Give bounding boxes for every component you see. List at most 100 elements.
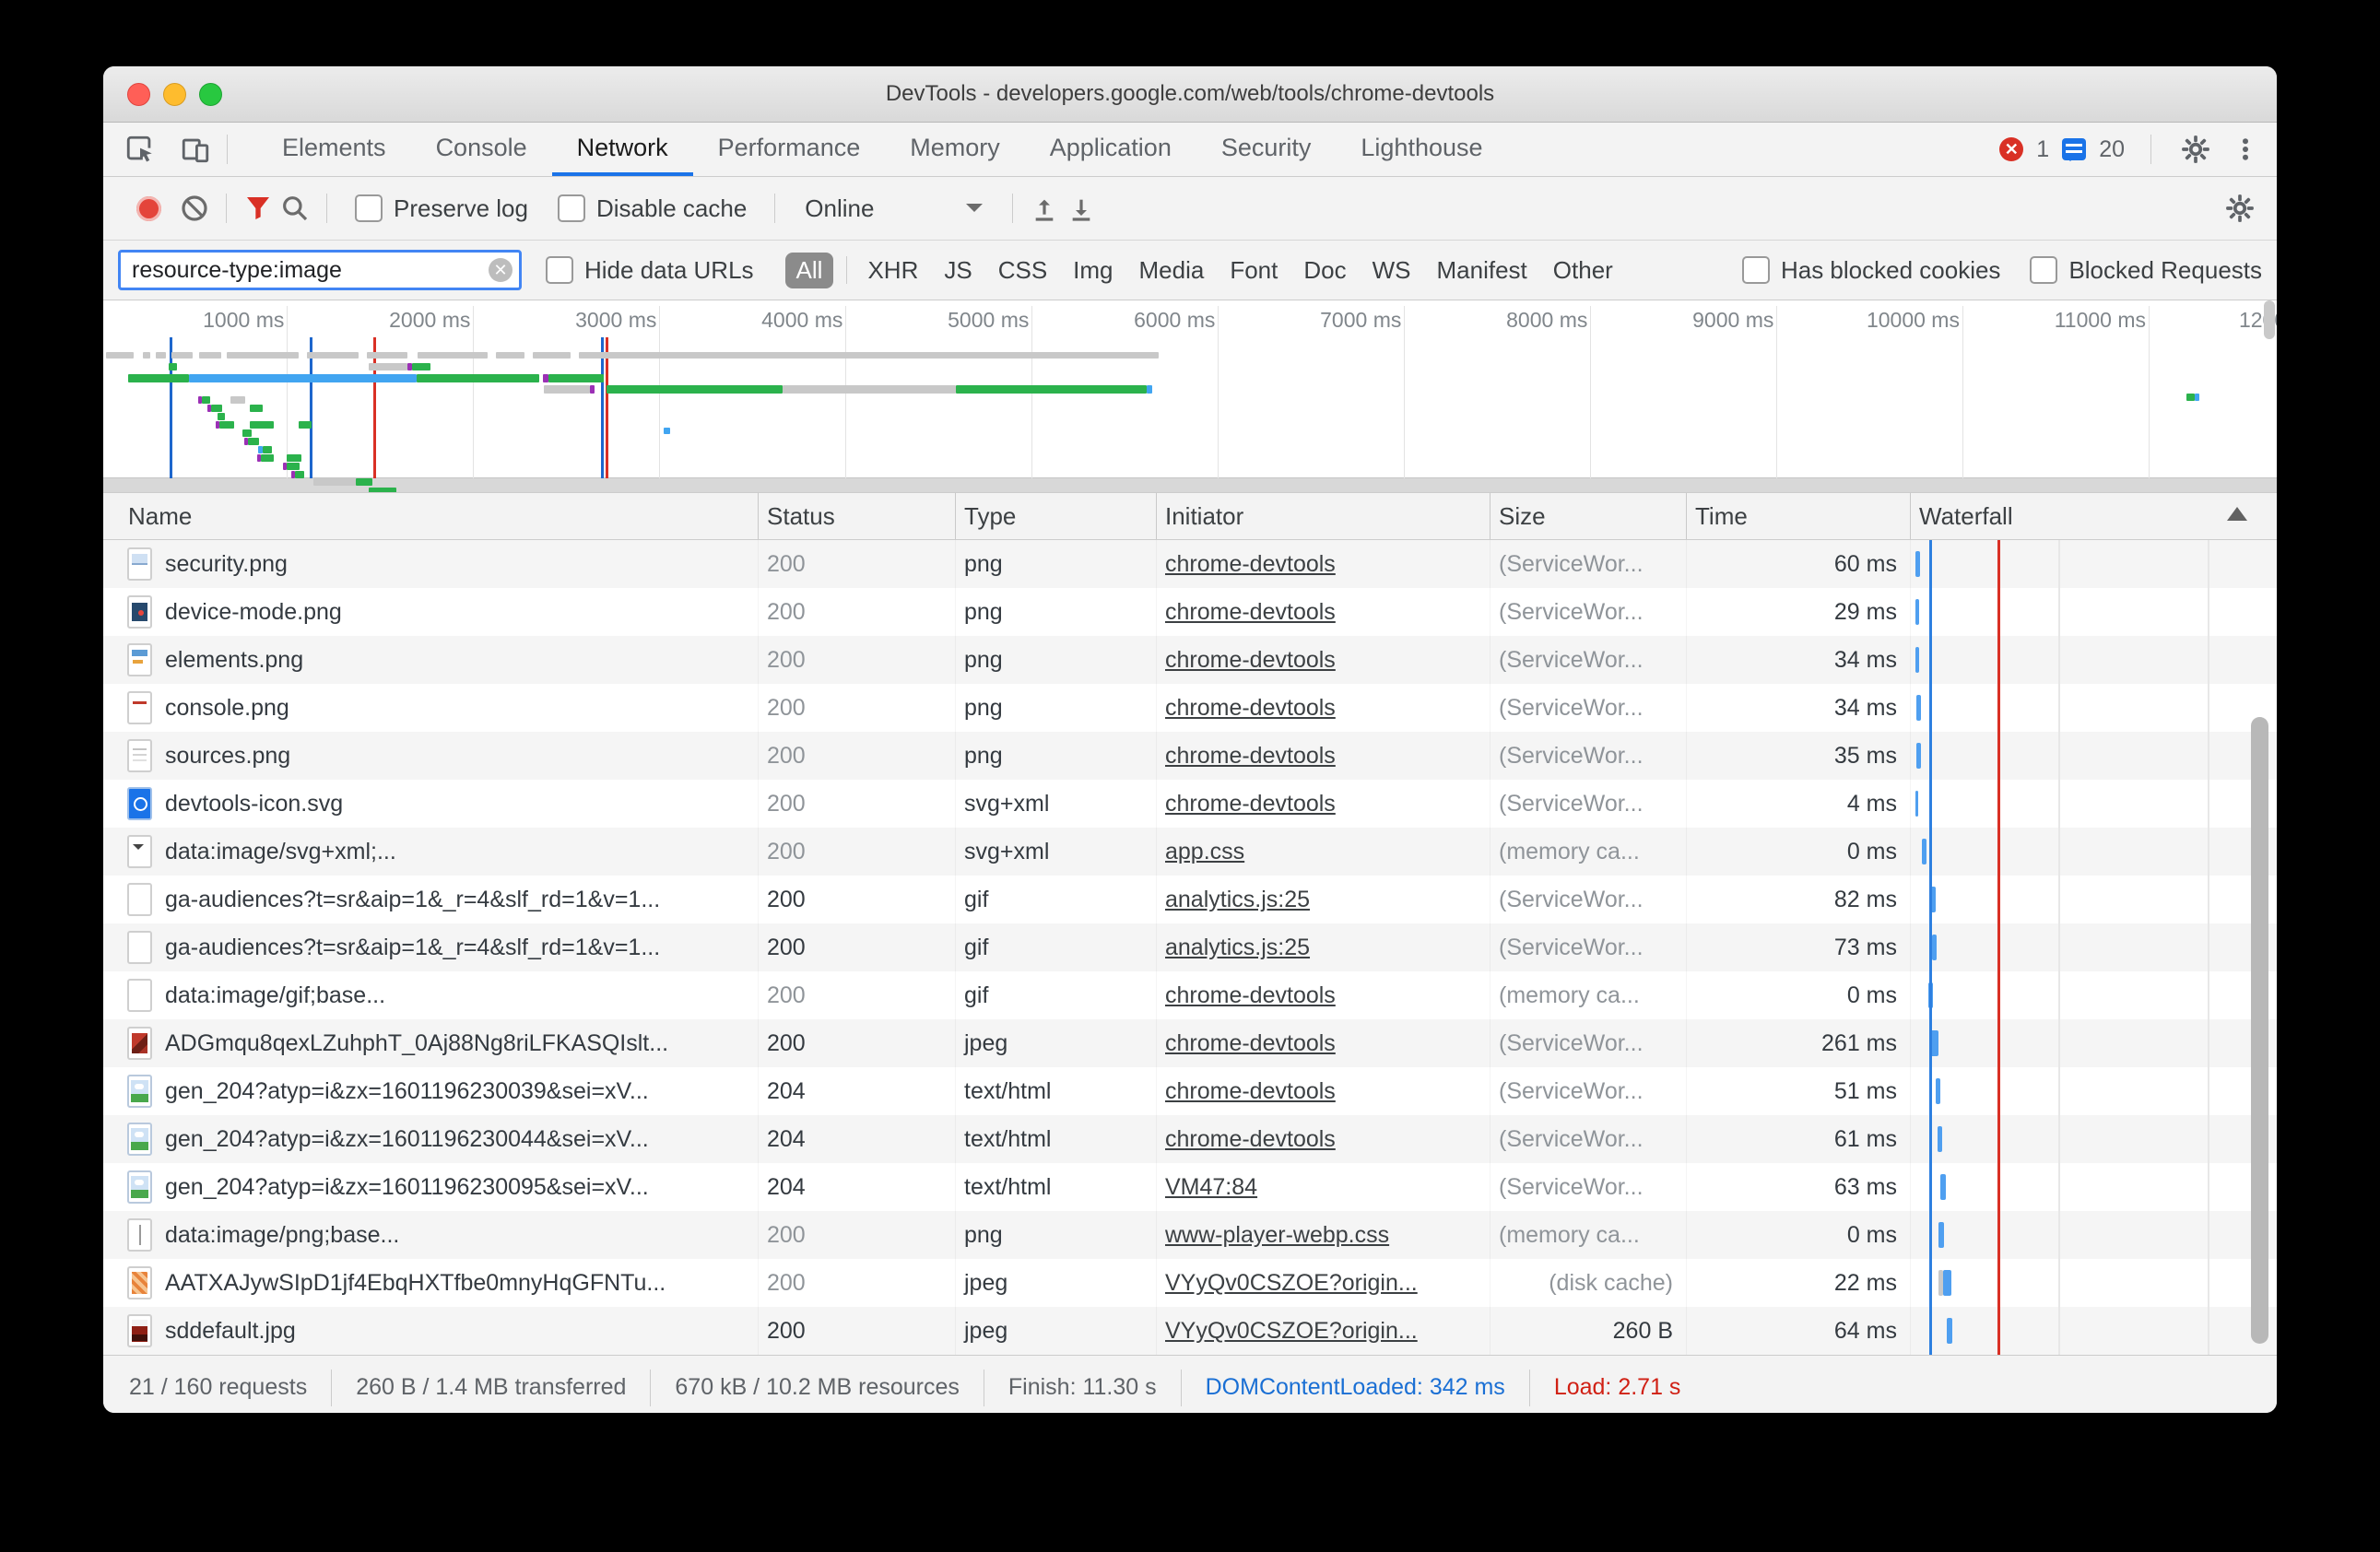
request-name[interactable]: sddefault.jpg [165, 1318, 296, 1345]
filter-pill-font[interactable]: Font [1230, 256, 1278, 285]
checkbox[interactable] [2030, 256, 2057, 284]
initiator-link[interactable]: chrome-devtools [1165, 551, 1336, 578]
request-name[interactable]: gen_204?atyp=i&zx=1601196230039&sei=xV..… [165, 1078, 649, 1105]
tab-memory[interactable]: Memory [885, 123, 1025, 176]
initiator-link[interactable]: chrome-devtools [1165, 1030, 1336, 1057]
table-row[interactable]: sddefault.jpg200jpegVYyQv0CSZOE?origin..… [103, 1307, 2277, 1355]
zoom-window-button[interactable] [199, 83, 222, 106]
request-name[interactable]: sources.png [165, 743, 290, 770]
tab-elements[interactable]: Elements [257, 123, 411, 176]
initiator-link[interactable]: chrome-devtools [1165, 743, 1336, 770]
column-header-waterfall[interactable]: Waterfall [1911, 493, 2277, 539]
request-name[interactable]: elements.png [165, 647, 303, 674]
record-icon[interactable] [136, 196, 161, 221]
request-name[interactable]: security.png [165, 551, 288, 578]
initiator-link[interactable]: chrome-devtools [1165, 695, 1336, 722]
overview-scrollbar-thumb[interactable] [2264, 300, 2275, 339]
initiator-link[interactable]: chrome-devtools [1165, 791, 1336, 817]
request-name[interactable]: ga-audiences?t=sr&aip=1&_r=4&slf_rd=1&v=… [165, 935, 660, 961]
filter-pill-manifest[interactable]: Manifest [1437, 256, 1527, 285]
request-name[interactable]: AATXAJywSIpD1jf4EbqHXTfbe0mnyHqGFNTu... [165, 1270, 666, 1297]
filter-pill-doc[interactable]: Doc [1303, 256, 1346, 285]
request-name[interactable]: gen_204?atyp=i&zx=1601196230044&sei=xV..… [165, 1126, 649, 1153]
table-row[interactable]: data:image/png;base...200pngwww-player-w… [103, 1211, 2277, 1259]
request-name[interactable]: ga-audiences?t=sr&aip=1&_r=4&slf_rd=1&v=… [165, 887, 660, 913]
initiator-link[interactable]: analytics.js:25 [1165, 935, 1310, 961]
inspect-cursor-icon[interactable] [122, 131, 159, 168]
initiator-link[interactable]: chrome-devtools [1165, 647, 1336, 674]
column-header-name[interactable]: Name [103, 493, 759, 539]
minimize-window-button[interactable] [163, 83, 186, 106]
tab-network[interactable]: Network [552, 123, 693, 176]
initiator-link[interactable]: VYyQv0CSZOE?origin... [1165, 1318, 1418, 1345]
request-name[interactable]: device-mode.png [165, 599, 342, 626]
tab-lighthouse[interactable]: Lighthouse [1336, 123, 1507, 176]
table-row[interactable]: gen_204?atyp=i&zx=1601196230039&sei=xV..… [103, 1067, 2277, 1115]
table-row[interactable]: data:image/gif;base...200gifchrome-devto… [103, 971, 2277, 1019]
checkbox[interactable] [546, 256, 573, 284]
table-row[interactable]: AATXAJywSIpD1jf4EbqHXTfbe0mnyHqGFNTu...2… [103, 1259, 2277, 1307]
blocked-requests-checkbox[interactable]: Blocked Requests [2030, 256, 2262, 285]
request-name[interactable]: data:image/gif;base... [165, 982, 385, 1009]
column-header-status[interactable]: Status [759, 493, 956, 539]
column-header-type[interactable]: Type [956, 493, 1157, 539]
overview-scroll-track[interactable] [103, 477, 2277, 492]
table-row[interactable]: devtools-icon.svg200svg+xmlchrome-devtoo… [103, 780, 2277, 828]
initiator-link[interactable]: chrome-devtools [1165, 982, 1336, 1009]
sort-ascending-icon[interactable] [2227, 497, 2247, 521]
tab-security[interactable]: Security [1196, 123, 1337, 176]
checkbox[interactable] [355, 194, 383, 222]
initiator-link[interactable]: VYyQv0CSZOE?origin... [1165, 1270, 1418, 1297]
initiator-link[interactable]: chrome-devtools [1165, 1126, 1336, 1153]
filter-funnel-icon[interactable] [240, 190, 277, 227]
hide-data-urls-checkbox[interactable]: Hide data URLs [546, 256, 754, 285]
filter-pill-all[interactable]: All [785, 253, 834, 288]
clear-filter-icon[interactable]: ✕ [489, 258, 513, 282]
table-row[interactable]: data:image/svg+xml;...200svg+xmlapp.css(… [103, 828, 2277, 876]
close-window-button[interactable] [127, 83, 150, 106]
request-name[interactable]: data:image/png;base... [165, 1222, 399, 1249]
tab-console[interactable]: Console [411, 123, 552, 176]
disable-cache-checkbox[interactable]: Disable cache [558, 194, 747, 223]
column-header-time[interactable]: Time [1687, 493, 1911, 539]
request-name[interactable]: devtools-icon.svg [165, 791, 343, 817]
clear-icon[interactable] [176, 190, 213, 227]
table-row[interactable]: device-mode.png200pngchrome-devtools(Ser… [103, 588, 2277, 636]
table-row[interactable]: sources.png200pngchrome-devtools(Service… [103, 732, 2277, 780]
preserve-log-checkbox[interactable]: Preserve log [355, 194, 528, 223]
initiator-link[interactable]: chrome-devtools [1165, 1078, 1336, 1105]
checkbox[interactable] [558, 194, 585, 222]
table-row[interactable]: security.png200pngchrome-devtools(Servic… [103, 540, 2277, 588]
request-name[interactable]: data:image/svg+xml;... [165, 839, 396, 865]
has-blocked-cookies-checkbox[interactable]: Has blocked cookies [1742, 256, 2000, 285]
request-name[interactable]: gen_204?atyp=i&zx=1601196230095&sei=xV..… [165, 1174, 649, 1201]
throttling-dropdown[interactable]: Online [805, 194, 983, 223]
initiator-link[interactable]: analytics.js:25 [1165, 887, 1310, 913]
error-badge-icon[interactable]: ✕ [1999, 137, 2023, 161]
table-row[interactable]: gen_204?atyp=i&zx=1601196230044&sei=xV..… [103, 1115, 2277, 1163]
filter-pill-img[interactable]: Img [1073, 256, 1113, 285]
network-overview[interactable]: 1000 ms2000 ms3000 ms4000 ms5000 ms6000 … [103, 300, 2277, 493]
network-settings-gear-icon[interactable] [2221, 190, 2258, 227]
filter-pill-js[interactable]: JS [944, 256, 972, 285]
filter-pill-ws[interactable]: WS [1373, 256, 1411, 285]
table-row[interactable]: console.png200pngchrome-devtools(Service… [103, 684, 2277, 732]
table-row[interactable]: gen_204?atyp=i&zx=1601196230095&sei=xV..… [103, 1163, 2277, 1211]
request-name[interactable]: console.png [165, 695, 289, 722]
tab-application[interactable]: Application [1025, 123, 1196, 176]
initiator-link[interactable]: www-player-webp.css [1165, 1222, 1389, 1249]
initiator-link[interactable]: chrome-devtools [1165, 599, 1336, 626]
settings-gear-icon[interactable] [2177, 131, 2214, 168]
checkbox[interactable] [1742, 256, 1770, 284]
search-icon[interactable] [277, 190, 313, 227]
initiator-link[interactable]: VM47:84 [1165, 1174, 1257, 1201]
filter-input[interactable] [118, 250, 522, 290]
filter-pill-media[interactable]: Media [1139, 256, 1205, 285]
device-toolbar-icon[interactable] [177, 131, 214, 168]
column-header-size[interactable]: Size [1490, 493, 1687, 539]
table-row[interactable]: ga-audiences?t=sr&aip=1&_r=4&slf_rd=1&v=… [103, 923, 2277, 971]
table-row[interactable]: ga-audiences?t=sr&aip=1&_r=4&slf_rd=1&v=… [103, 876, 2277, 923]
filter-pill-xhr[interactable]: XHR [867, 256, 918, 285]
export-har-icon[interactable] [1063, 190, 1100, 227]
import-har-icon[interactable] [1026, 190, 1063, 227]
